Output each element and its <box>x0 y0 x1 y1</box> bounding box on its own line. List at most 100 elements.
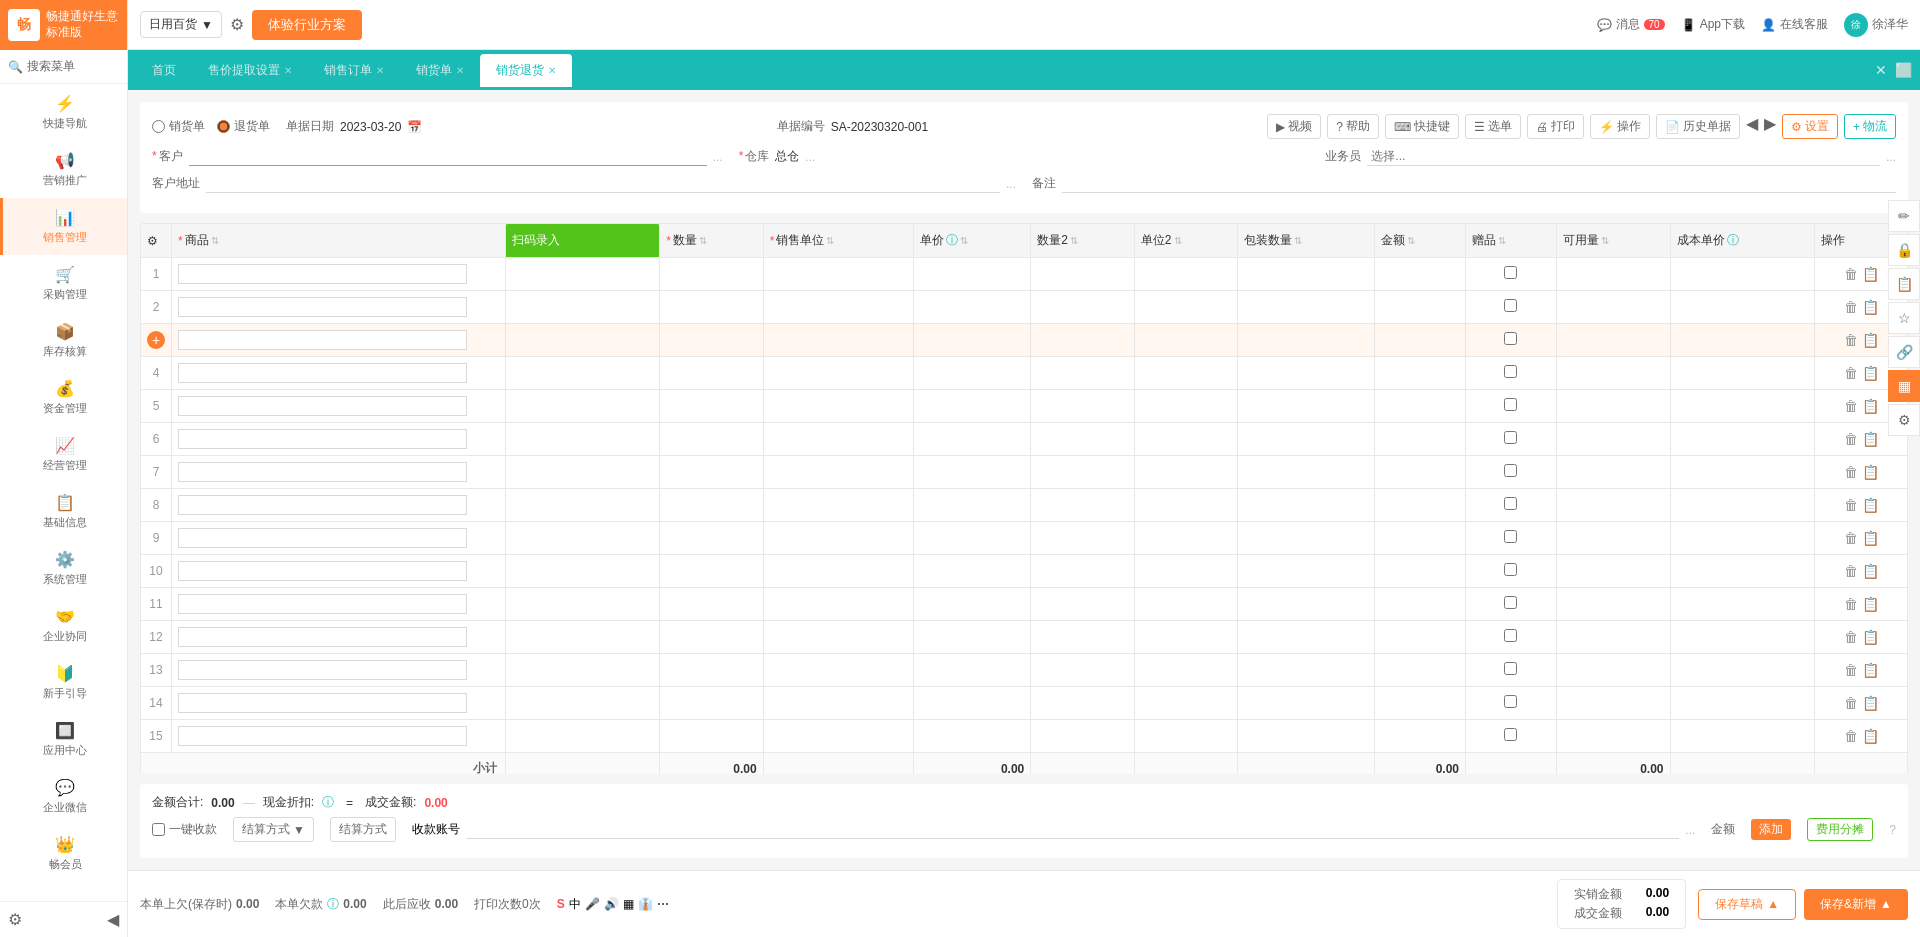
delete-row-btn[interactable]: 🗑 <box>1844 497 1858 513</box>
qty2-cell[interactable] <box>1031 324 1135 357</box>
quantity-cell[interactable] <box>660 687 764 720</box>
qty2-cell[interactable] <box>1031 423 1135 456</box>
available-cell[interactable] <box>1556 654 1670 687</box>
customer-input[interactable] <box>189 147 707 166</box>
product-input[interactable] <box>178 363 467 383</box>
available-cell[interactable] <box>1556 291 1670 324</box>
gift-checkbox[interactable] <box>1504 530 1517 543</box>
gift-cell[interactable] <box>1466 324 1557 357</box>
cost-price-cell[interactable] <box>1670 324 1815 357</box>
cost-price-cell[interactable] <box>1670 555 1815 588</box>
product-input[interactable] <box>178 396 467 416</box>
cost-price-cell[interactable] <box>1670 621 1815 654</box>
product-cell[interactable] <box>172 324 506 357</box>
product-input[interactable] <box>178 429 467 449</box>
tab-close-icon[interactable]: ✕ <box>456 65 464 76</box>
gift-cell[interactable] <box>1466 687 1557 720</box>
amount-cell[interactable] <box>1375 555 1466 588</box>
cost-info-icon[interactable]: ⓘ <box>1727 232 1739 249</box>
onepay-checkbox[interactable]: 一键收款 <box>152 821 217 838</box>
delete-row-btn[interactable]: 🗑 <box>1844 728 1858 744</box>
delete-row-btn[interactable]: 🗑 <box>1844 464 1858 480</box>
tab-close-icon[interactable]: ✕ <box>376 65 384 76</box>
product-input[interactable] <box>178 264 467 284</box>
table-row[interactable]: 7 🗑 📋 <box>141 456 1908 489</box>
quantity-cell[interactable] <box>660 390 764 423</box>
product-input[interactable] <box>178 330 467 350</box>
sidebar-item-finance[interactable]: 💰资金管理 <box>0 369 127 426</box>
quantity-cell[interactable] <box>660 324 764 357</box>
product-cell[interactable] <box>172 258 506 291</box>
amount-cell[interactable] <box>1375 522 1466 555</box>
price-cell[interactable] <box>913 456 1031 489</box>
product-cell[interactable] <box>172 588 506 621</box>
settings-btn[interactable]: ⚙ 设置 <box>1782 114 1838 139</box>
sales-unit-cell[interactable] <box>763 654 913 687</box>
sidebar-item-member[interactable]: 👑畅会员 <box>0 825 127 882</box>
gift-checkbox[interactable] <box>1504 464 1517 477</box>
sales-unit-cell[interactable] <box>763 522 913 555</box>
amount-cell[interactable] <box>1375 621 1466 654</box>
price-cell[interactable] <box>913 489 1031 522</box>
salesperson-input[interactable] <box>1367 147 1880 166</box>
delete-row-btn[interactable]: 🗑 <box>1844 431 1858 447</box>
quantity-cell[interactable] <box>660 423 764 456</box>
table-row[interactable]: 9 🗑 📋 <box>141 522 1908 555</box>
right-icon-link[interactable]: 🔗 <box>1888 336 1920 368</box>
topbar-settings-icon[interactable]: ⚙ <box>230 15 244 34</box>
price-sort-icon[interactable]: ⇅ <box>960 235 968 246</box>
quantity-cell[interactable] <box>660 489 764 522</box>
price-cell[interactable] <box>913 357 1031 390</box>
quantity-cell[interactable] <box>660 522 764 555</box>
available-cell[interactable] <box>1556 522 1670 555</box>
gift-checkbox[interactable] <box>1504 332 1517 345</box>
calendar-icon[interactable]: 📅 <box>407 120 422 134</box>
gift-sort-icon[interactable]: ⇅ <box>1498 235 1506 246</box>
right-icon-lock[interactable]: 🔒 <box>1888 234 1920 266</box>
gift-checkbox[interactable] <box>1504 629 1517 642</box>
delete-row-btn[interactable]: 🗑 <box>1844 332 1858 348</box>
sales-unit-cell[interactable] <box>763 555 913 588</box>
amount-cell[interactable] <box>1375 291 1466 324</box>
available-cell[interactable] <box>1556 588 1670 621</box>
pack-qty-cell[interactable] <box>1238 357 1375 390</box>
grid-icon[interactable]: ▦ <box>623 897 634 911</box>
gift-cell[interactable] <box>1466 522 1557 555</box>
right-icon-settings-right[interactable]: ⚙ <box>1888 404 1920 436</box>
table-row[interactable]: 2 🗑 📋 <box>141 291 1908 324</box>
gift-cell[interactable] <box>1466 423 1557 456</box>
gift-cell[interactable] <box>1466 555 1557 588</box>
table-row[interactable]: + 🗑 📋 <box>141 324 1908 357</box>
app-download-item[interactable]: 📱 App下载 <box>1681 16 1745 33</box>
sidebar-item-enterprise[interactable]: 🤝企业协同 <box>0 597 127 654</box>
sales-unit-cell[interactable] <box>763 687 913 720</box>
sidebar-item-appstore[interactable]: 🔲应用中心 <box>0 711 127 768</box>
price-cell[interactable] <box>913 291 1031 324</box>
print-btn[interactable]: 🖨 打印 <box>1527 114 1584 139</box>
price-cell[interactable] <box>913 522 1031 555</box>
tab-售价提取设置[interactable]: 售价提取设置✕ <box>192 54 308 87</box>
price-cell[interactable] <box>913 423 1031 456</box>
sidebar-item-marketing[interactable]: 📢营销推广 <box>0 141 127 198</box>
delete-row-btn[interactable]: 🗑 <box>1844 596 1858 612</box>
product-cell[interactable] <box>172 720 506 753</box>
sales-unit-cell[interactable] <box>763 258 913 291</box>
sales-unit-cell[interactable] <box>763 720 913 753</box>
pack-qty-cell[interactable] <box>1238 621 1375 654</box>
gift-checkbox[interactable] <box>1504 398 1517 411</box>
copy-row-btn[interactable]: 📋 <box>1862 563 1879 579</box>
product-cell[interactable] <box>172 456 506 489</box>
gift-checkbox[interactable] <box>1504 695 1517 708</box>
customer-select-btn[interactable]: ... <box>713 150 723 164</box>
amount-cell[interactable] <box>1375 456 1466 489</box>
product-cell[interactable] <box>172 687 506 720</box>
available-cell[interactable] <box>1556 720 1670 753</box>
product-cell[interactable] <box>172 654 506 687</box>
quantity-cell[interactable] <box>660 654 764 687</box>
table-row[interactable]: 8 🗑 📋 <box>141 489 1908 522</box>
notification-item[interactable]: 💬 消息 70 <box>1597 16 1665 33</box>
table-row[interactable]: 6 🗑 📋 <box>141 423 1908 456</box>
table-row[interactable]: 14 🗑 📋 <box>141 687 1908 720</box>
sidebar-search[interactable]: 🔍 搜索菜单 <box>0 50 127 84</box>
unit2-cell[interactable] <box>1134 654 1238 687</box>
